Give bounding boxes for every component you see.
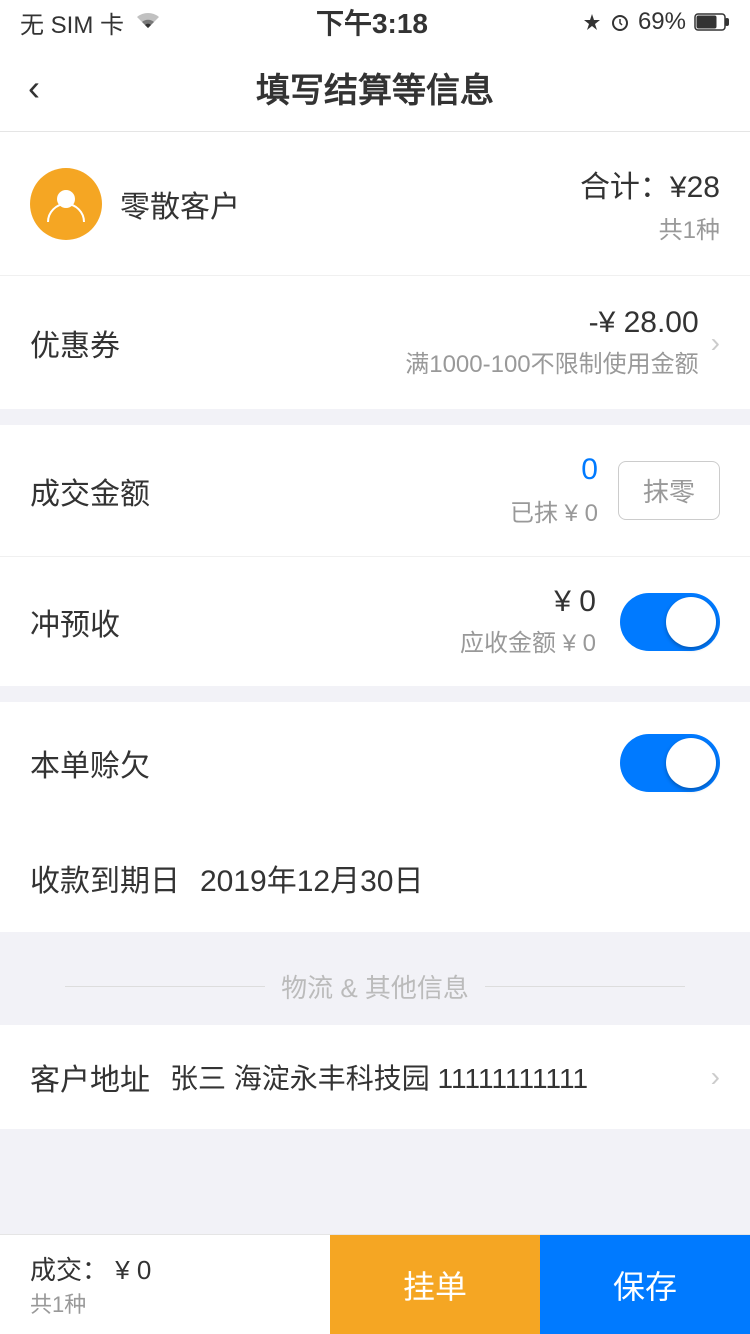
arrears-row: 本单赊欠 [0,702,750,824]
coupon-desc: 满1000-100不限制使用金额 [405,344,698,379]
deal-section: 成交金额 0 已抹 ¥ 0 抹零 冲预收 ¥ 0 应收金额 ¥ 0 [0,425,750,686]
arrears-section: 本单赊欠 收款到期日 2019年12月30日 [0,702,750,932]
page-title: 填写结算等信息 [256,63,494,112]
prepayment-info: ¥ 0 应收金额 ¥ 0 [460,585,596,658]
status-left: 无 SIM 卡 [20,5,162,40]
arrears-toggle[interactable] [620,734,720,792]
coupon-right: -¥ 28.00 满1000-100不限制使用金额 › [405,306,720,379]
wifi-icon [134,12,162,32]
total-count: 共1种 [580,210,720,245]
customer-info: 零散客户 [30,168,240,240]
address-chevron-icon: › [711,1061,720,1093]
pending-button[interactable]: 挂单 [330,1235,540,1334]
deal-amount-right: 0 已抹 ¥ 0 抹零 [510,453,720,528]
bottom-deal-amount: 成交： ¥ 0 [30,1250,300,1287]
due-date-row[interactable]: 收款到期日 2019年12月30日 [0,824,750,932]
prepayment-sub: 应收金额 ¥ 0 [460,623,596,658]
bottom-deal-label: 成交： [30,1255,108,1285]
coupon-label: 优惠券 [30,321,120,365]
address-label: 客户地址 [30,1055,150,1099]
nav-bar: ‹ 填写结算等信息 [0,44,750,132]
bottom-count: 共1种 [30,1287,300,1319]
deal-amount-info: 0 已抹 ¥ 0 [510,453,598,528]
due-date-label: 收款到期日 [30,856,180,900]
status-time: 下午3:18 [316,2,428,42]
arrears-label: 本单赊欠 [30,741,150,785]
round-off-button[interactable]: 抹零 [618,461,720,520]
coupon-discount: -¥ 28.00 [405,306,698,340]
prepayment-label: 冲预收 [30,600,120,644]
logistics-header: 物流 & 其他信息 [0,948,750,1025]
customer-section: 零散客户 合计：¥28 共1种 优惠券 -¥ 28.00 满1000-100不限… [0,132,750,409]
coupon-info: -¥ 28.00 满1000-100不限制使用金额 [405,306,698,379]
prepayment-right: ¥ 0 应收金额 ¥ 0 [460,585,720,658]
status-right: 69% [582,8,730,36]
bottom-deal-value: ¥ 0 [115,1255,151,1285]
address-value: 张三 海淀永丰科技园 11111111111 [170,1057,711,1097]
total-price: 合计：¥28 [580,162,720,206]
prepayment-row: 冲预收 ¥ 0 应收金额 ¥ 0 [0,557,750,686]
customer-row: 零散客户 合计：¥28 共1种 [0,132,750,275]
customer-avatar [30,168,102,240]
deal-amount-sub: 已抹 ¥ 0 [510,493,598,528]
address-section: 客户地址 张三 海淀永丰科技园 11111111111 › [0,1025,750,1129]
status-bar: 无 SIM 卡 下午3:18 69% [0,0,750,44]
user-icon [44,182,88,226]
logistics-label: 物流 & 其他信息 [30,968,720,1005]
bottom-info: 成交： ¥ 0 共1种 [0,1235,330,1334]
customer-right: 合计：¥28 共1种 [580,162,720,245]
prepayment-amount: ¥ 0 [460,585,596,619]
location-icon [582,12,602,32]
battery-percent: 69% [638,8,686,36]
deal-amount-value: 0 [510,453,598,487]
sim-status: 无 SIM 卡 [20,5,124,40]
address-row[interactable]: 客户地址 张三 海淀永丰科技园 11111111111 › [0,1025,750,1129]
save-button[interactable]: 保存 [540,1235,750,1334]
bottom-bar: 成交： ¥ 0 共1种 挂单 保存 [0,1234,750,1334]
coupon-chevron-icon: › [711,327,720,359]
back-button[interactable]: ‹ [28,67,40,109]
customer-name: 零散客户 [120,182,240,226]
coupon-row[interactable]: 优惠券 -¥ 28.00 满1000-100不限制使用金额 › [0,275,750,409]
deal-amount-row: 成交金额 0 已抹 ¥ 0 抹零 [0,425,750,557]
deal-amount-label: 成交金额 [30,469,150,513]
prepayment-toggle[interactable] [620,593,720,651]
due-date-value: 2019年12月30日 [200,856,423,900]
alarm-icon [610,12,630,32]
battery-icon [694,13,730,31]
